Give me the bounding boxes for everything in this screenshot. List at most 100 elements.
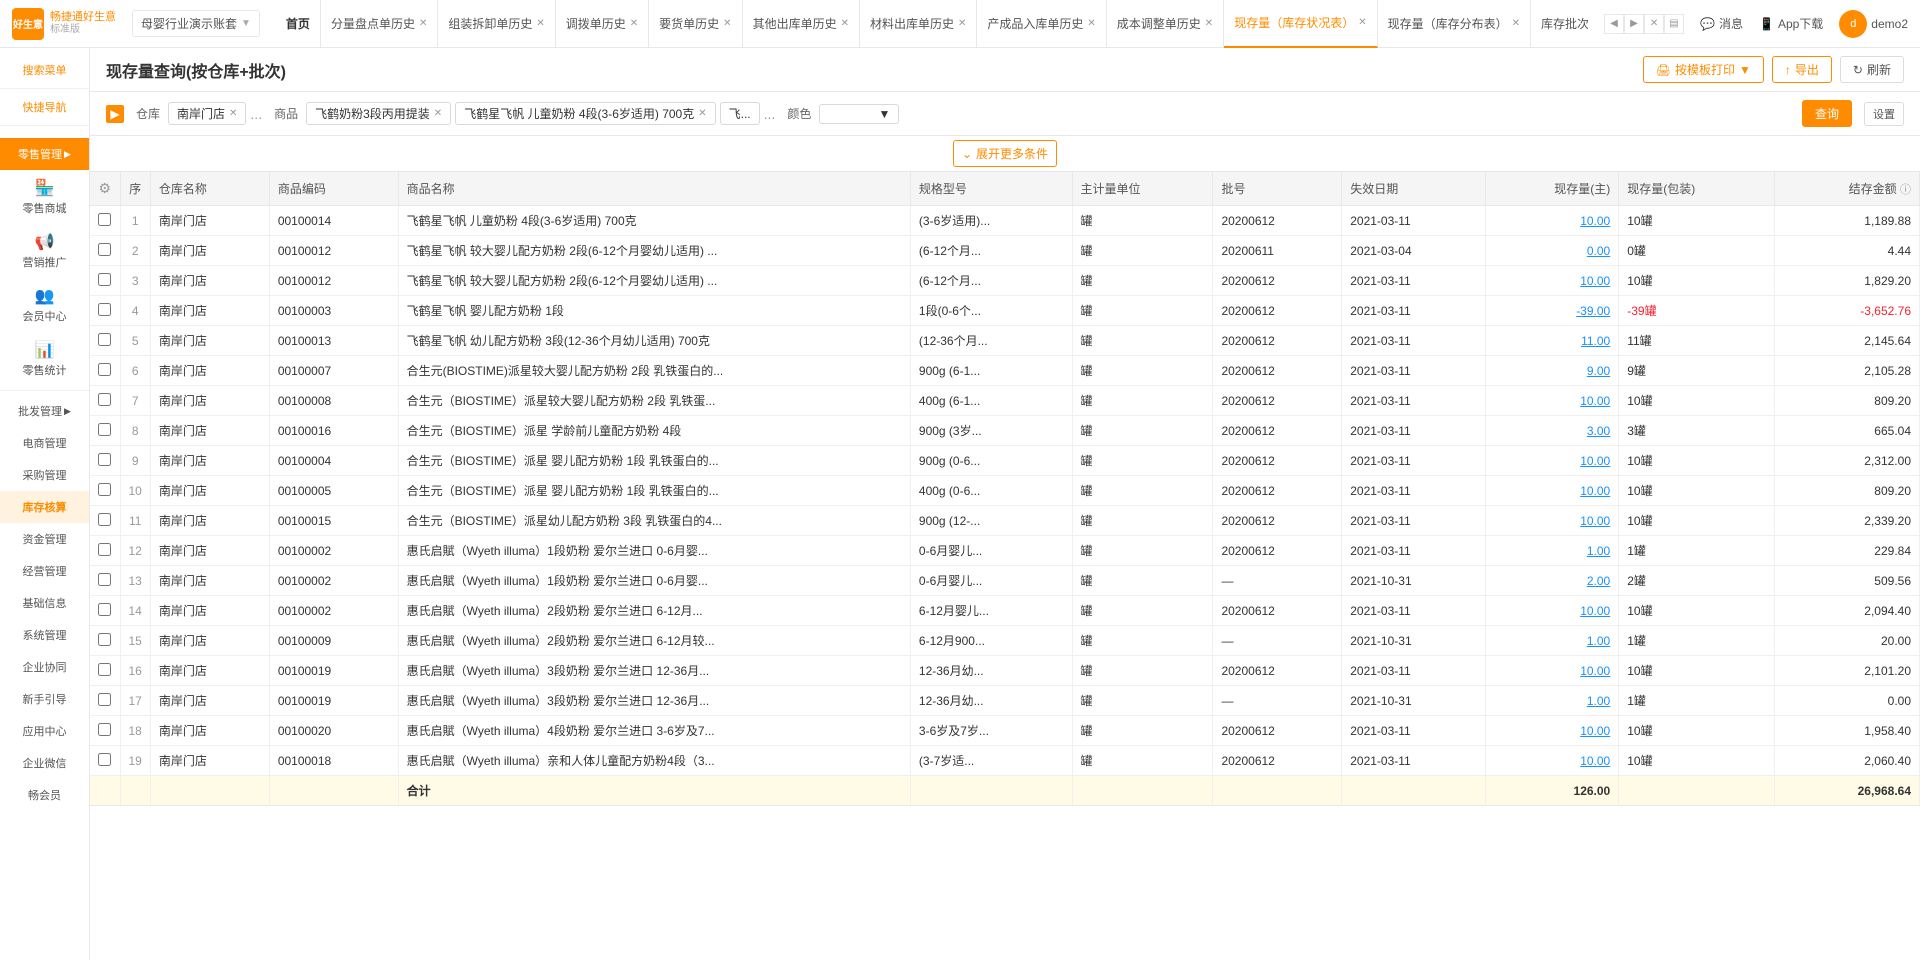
sidebar-item-cooperation[interactable]: 企业协同 — [0, 651, 89, 683]
tab-close-icon[interactable]: ✕ — [536, 18, 544, 29]
tab-close-icon[interactable]: ✕ — [1087, 18, 1095, 29]
product-tag-2[interactable]: 飞鹤星飞帆 儿童奶粉 4段(3-6岁适用) 700克 ✕ — [455, 102, 715, 125]
tag-remove-icon[interactable]: ✕ — [229, 108, 237, 119]
cell-checkbox[interactable] — [90, 716, 120, 746]
row-checkbox[interactable] — [98, 453, 111, 466]
cell-checkbox[interactable] — [90, 416, 120, 446]
cell-stock-main[interactable]: 10.00 — [1485, 476, 1619, 506]
tab-close-icon[interactable]: ✕ — [419, 18, 427, 29]
cell-stock-main[interactable]: 10.00 — [1485, 266, 1619, 296]
tab-batch-voucher[interactable]: 库存批次账 ✕ — [1531, 0, 1588, 48]
tab-out-orders[interactable]: 要货单历史 ✕ — [649, 0, 742, 48]
cell-stock-main[interactable]: 0.00 — [1485, 236, 1619, 266]
cell-checkbox[interactable] — [90, 686, 120, 716]
tab-close-icon[interactable]: ✕ — [958, 18, 966, 29]
sidebar-item-inventory[interactable]: 库存核算 — [0, 491, 89, 523]
row-checkbox[interactable] — [98, 393, 111, 406]
tag-remove-icon[interactable]: ✕ — [698, 108, 706, 119]
tab-next-btn[interactable]: ▶ — [1624, 14, 1644, 34]
sidebar-item-member2[interactable]: 畅会员 — [0, 779, 89, 811]
user-avatar[interactable]: d demo2 — [1839, 10, 1908, 38]
filter-expand-btn[interactable]: ▶ — [106, 105, 124, 123]
cell-stock-main[interactable]: 10.00 — [1485, 716, 1619, 746]
tab-close-icon[interactable]: ✕ — [1512, 18, 1520, 29]
tab-stock-status[interactable]: 现存量（库存状况表） ✕ — [1224, 0, 1377, 48]
tab-home[interactable]: 首页 — [276, 0, 321, 48]
row-checkbox[interactable] — [98, 213, 111, 226]
sidebar-item-enterprise-wechat[interactable]: 企业微信 — [0, 747, 89, 779]
sidebar-item-member[interactable]: 👥 会员中心 — [0, 278, 89, 332]
sidebar-quick-nav[interactable]: 快捷导航 — [0, 93, 89, 121]
cell-stock-main[interactable]: 11.00 — [1485, 326, 1619, 356]
row-checkbox[interactable] — [98, 303, 111, 316]
row-checkbox[interactable] — [98, 333, 111, 346]
sidebar-item-retail-mgmt[interactable]: 零售管理 ▶ — [0, 138, 89, 170]
sidebar-item-finance[interactable]: 资金管理 — [0, 523, 89, 555]
cell-stock-main[interactable]: 9.00 — [1485, 356, 1619, 386]
tab-other-out[interactable]: 其他出库单历史 ✕ — [743, 0, 860, 48]
sidebar-item-app-center[interactable]: 应用中心 — [0, 715, 89, 747]
cell-stock-main[interactable]: 10.00 — [1485, 596, 1619, 626]
cell-checkbox[interactable] — [90, 386, 120, 416]
cell-checkbox[interactable] — [90, 626, 120, 656]
settings-icon[interactable]: ⚙ — [98, 180, 111, 196]
tag-remove-icon[interactable]: ✕ — [434, 108, 442, 119]
cell-checkbox[interactable] — [90, 266, 120, 296]
product-tag-3[interactable]: 飞... — [720, 102, 760, 125]
tab-group-disassemble[interactable]: 组装拆卸单历史 ✕ — [438, 0, 555, 48]
cell-checkbox[interactable] — [90, 236, 120, 266]
sidebar-item-operations[interactable]: 经营管理 — [0, 555, 89, 587]
cell-checkbox[interactable] — [90, 206, 120, 236]
tab-mix-orders[interactable]: 调拨单历史 ✕ — [556, 0, 649, 48]
row-checkbox[interactable] — [98, 753, 111, 766]
row-checkbox[interactable] — [98, 693, 111, 706]
expand-more-btn[interactable]: ⌄ 展开更多条件 — [953, 140, 1057, 167]
cell-checkbox[interactable] — [90, 356, 120, 386]
tab-close-icon[interactable]: ✕ — [1205, 18, 1213, 29]
color-dropdown[interactable]: ▼ — [819, 104, 899, 124]
row-checkbox[interactable] — [98, 573, 111, 586]
cell-stock-main[interactable]: 10.00 — [1485, 656, 1619, 686]
cell-stock-main[interactable]: 10.00 — [1485, 206, 1619, 236]
cell-checkbox[interactable] — [90, 746, 120, 776]
sidebar-item-retail-shop[interactable]: 🏪 零售商城 — [0, 170, 89, 224]
sidebar-item-ecommerce[interactable]: 电商管理 — [0, 427, 89, 459]
row-checkbox[interactable] — [98, 483, 111, 496]
cell-checkbox[interactable] — [90, 296, 120, 326]
cell-stock-main[interactable]: 2.00 — [1485, 566, 1619, 596]
refresh-btn[interactable]: ↻ 刷新 — [1840, 56, 1904, 83]
sidebar-item-purchase[interactable]: 采购管理 — [0, 459, 89, 491]
row-checkbox[interactable] — [98, 543, 111, 556]
tab-close-icon[interactable]: ✕ — [630, 18, 638, 29]
info-icon[interactable]: ⓘ — [1900, 184, 1911, 196]
tab-close-icon[interactable]: ✕ — [1358, 17, 1366, 28]
sidebar-item-system[interactable]: 系统管理 — [0, 619, 89, 651]
cell-checkbox[interactable] — [90, 446, 120, 476]
query-btn[interactable]: 查询 — [1802, 100, 1852, 127]
sidebar-item-marketing[interactable]: 📢 营销推广 — [0, 224, 89, 278]
th-settings[interactable]: ⚙ — [90, 172, 120, 206]
cell-stock-main[interactable]: 10.00 — [1485, 386, 1619, 416]
cell-stock-main[interactable]: 10.00 — [1485, 506, 1619, 536]
cell-stock-main[interactable]: 10.00 — [1485, 746, 1619, 776]
sidebar-item-retail-stats[interactable]: 📊 零售统计 — [0, 332, 89, 386]
cell-stock-main[interactable]: 1.00 — [1485, 686, 1619, 716]
message-btn[interactable]: 💬 消息 — [1700, 15, 1743, 32]
tab-close-icon[interactable]: ✕ — [723, 18, 731, 29]
tab-stock-dist[interactable]: 现存量（库存分布表） ✕ — [1378, 0, 1531, 48]
settings-btn[interactable]: 设置 — [1864, 102, 1904, 126]
row-checkbox[interactable] — [98, 723, 111, 736]
cell-stock-main[interactable]: 10.00 — [1485, 446, 1619, 476]
warehouse-more[interactable]: ... — [250, 106, 262, 122]
product-tag-1[interactable]: 飞鹤奶粉3段丙用提装 ✕ — [306, 102, 451, 125]
cell-stock-main[interactable]: 1.00 — [1485, 536, 1619, 566]
cell-stock-main[interactable]: 1.00 — [1485, 626, 1619, 656]
sidebar-item-new-guide[interactable]: 新手引导 — [0, 683, 89, 715]
cell-checkbox[interactable] — [90, 536, 120, 566]
row-checkbox[interactable] — [98, 273, 111, 286]
tab-menu-btn[interactable]: ▤ — [1664, 14, 1684, 34]
cell-checkbox[interactable] — [90, 566, 120, 596]
sidebar-search[interactable]: 搜索菜单 — [0, 56, 89, 84]
app-download-btn[interactable]: 📱 App下载 — [1759, 15, 1823, 32]
tab-prev-btn[interactable]: ◀ — [1604, 14, 1624, 34]
